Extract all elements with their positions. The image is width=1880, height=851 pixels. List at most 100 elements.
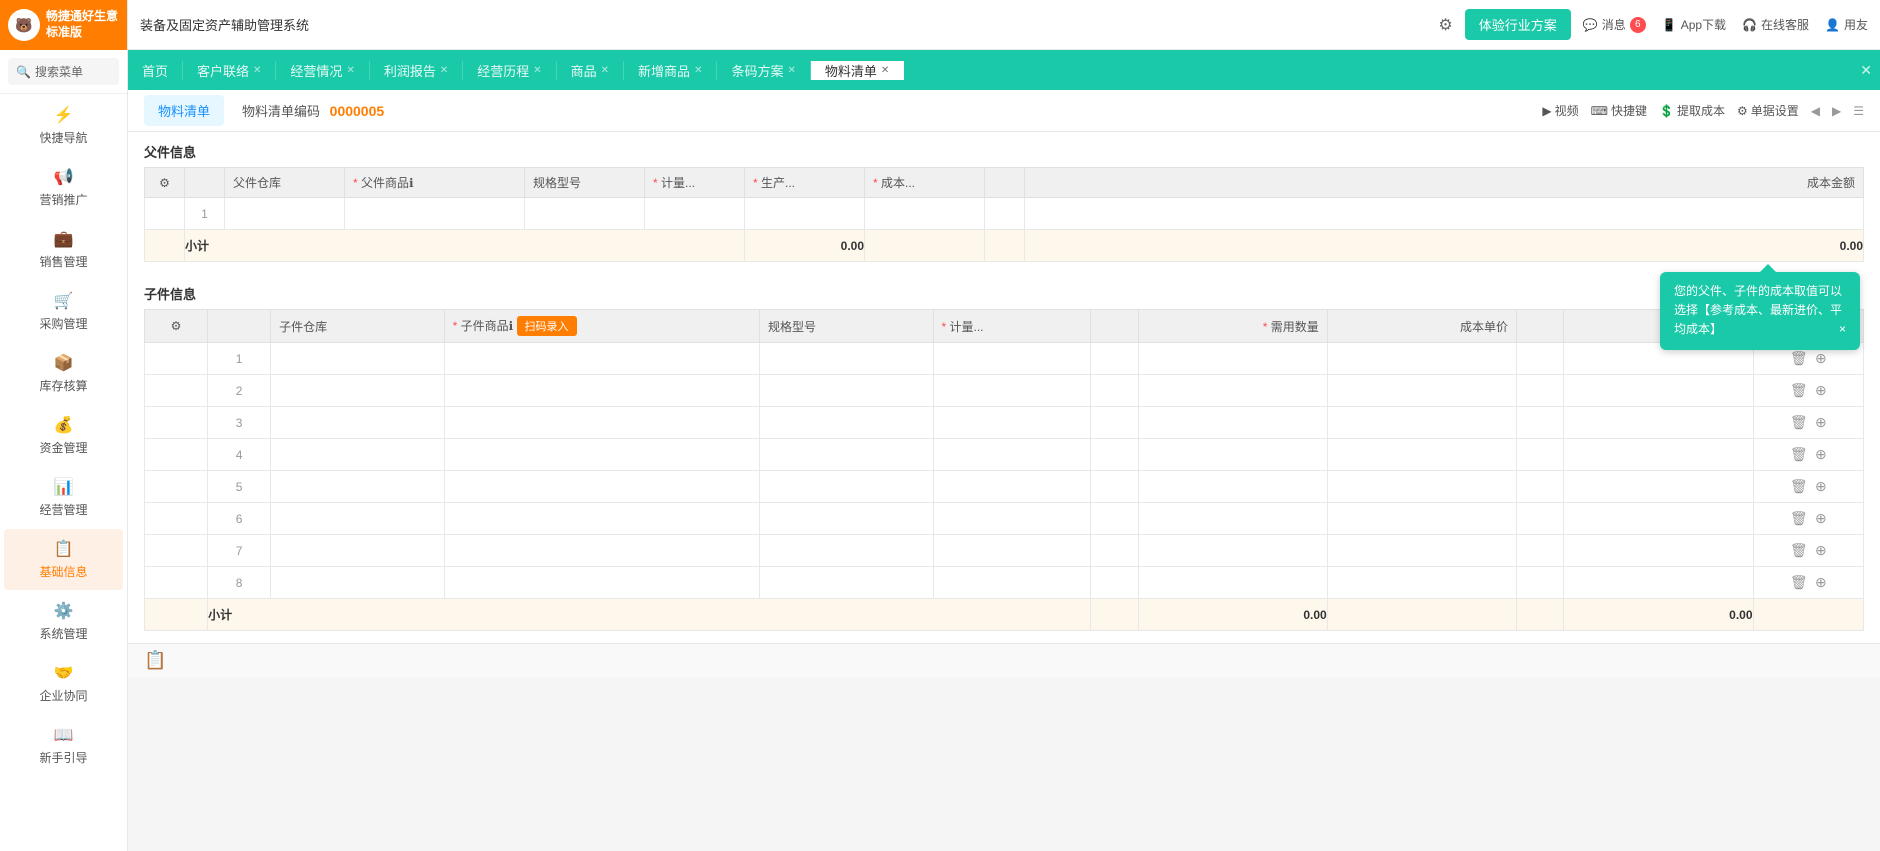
- delete-btn-6[interactable]: 🗑: [1788, 508, 1810, 529]
- delete-btn-7[interactable]: 🗑: [1788, 540, 1810, 561]
- grid-icon[interactable]: ☰: [1853, 104, 1864, 118]
- tab-close-icon[interactable]: ✕: [346, 65, 354, 76]
- nav-tab-home[interactable]: 首页: [128, 61, 183, 80]
- delete-btn-5[interactable]: 🗑: [1788, 476, 1810, 497]
- parent-unit-input[interactable]: [645, 198, 744, 229]
- copy-btn-1[interactable]: ⊕: [1813, 348, 1829, 369]
- child-qty-input-8[interactable]: [1139, 567, 1327, 598]
- child-warehouse-input-6[interactable]: [271, 503, 443, 534]
- sidebar-item-system[interactable]: ⚙️系统管理: [4, 591, 123, 652]
- child-spec-input-6[interactable]: [760, 503, 932, 534]
- sidebar-item-marketing[interactable]: 📢营销推广: [4, 157, 123, 218]
- parent-cost-input[interactable]: [865, 198, 984, 229]
- delete-btn-2[interactable]: 🗑: [1788, 380, 1810, 401]
- child-qty-input-5[interactable]: [1139, 471, 1327, 502]
- child-spec-input-5[interactable]: [760, 471, 932, 502]
- copy-btn-4[interactable]: ⊕: [1813, 444, 1829, 465]
- nav-prev-icon[interactable]: ◀: [1811, 104, 1820, 118]
- child-unit-input-3[interactable]: [934, 407, 1091, 438]
- online-service-btn[interactable]: 🎧 在线客服: [1742, 16, 1809, 33]
- sidebar-item-quick-nav[interactable]: ⚡快捷导航: [4, 95, 123, 156]
- nav-tab-history[interactable]: 经营历程✕: [463, 61, 556, 80]
- tab-close-icon[interactable]: ✕: [533, 65, 541, 76]
- child-unit-input-4[interactable]: [934, 439, 1091, 470]
- parent-col-settings[interactable]: ⚙: [145, 168, 185, 198]
- sidebar-item-inventory[interactable]: 📦库存核算: [4, 343, 123, 404]
- child-goods-input-5[interactable]: [445, 471, 759, 502]
- child-qty-input-6[interactable]: [1139, 503, 1327, 534]
- sub-tab-bom-list[interactable]: 物料清单: [144, 95, 224, 126]
- tab-close-icon[interactable]: ✕: [881, 65, 889, 76]
- user-btn[interactable]: 👤 用友: [1825, 16, 1868, 33]
- child-qty-input-2[interactable]: [1139, 375, 1327, 406]
- search-button[interactable]: 🔍 搜索菜单: [8, 58, 119, 85]
- child-unit-input-6[interactable]: [934, 503, 1091, 534]
- sub-tab-bom-code[interactable]: 物料清单编码 0000005: [228, 95, 398, 126]
- child-spec-input-8[interactable]: [760, 567, 932, 598]
- experience-btn[interactable]: 体验行业方案: [1465, 9, 1571, 40]
- nav-tab-goods[interactable]: 商品✕: [557, 61, 624, 80]
- gear-icon[interactable]: ⚙: [1438, 15, 1452, 35]
- child-warehouse-input-3[interactable]: [271, 407, 443, 438]
- parent-spec-input[interactable]: [525, 198, 644, 229]
- parent-goods-input[interactable]: [345, 198, 524, 229]
- video-btn[interactable]: ▶ 视频: [1542, 102, 1578, 119]
- child-unit-input-7[interactable]: [934, 535, 1091, 566]
- child-goods-input-7[interactable]: [445, 535, 759, 566]
- copy-btn-3[interactable]: ⊕: [1813, 412, 1829, 433]
- child-unit-cost-input-2[interactable]: [1328, 375, 1516, 406]
- delete-btn-8[interactable]: 🗑: [1788, 572, 1810, 593]
- copy-btn-7[interactable]: ⊕: [1813, 540, 1829, 561]
- child-spec-input-4[interactable]: [760, 439, 932, 470]
- child-col-settings[interactable]: ⚙: [145, 310, 208, 343]
- parent-producer-input[interactable]: [745, 198, 864, 229]
- shortcut-btn[interactable]: ⌨ 快捷键: [1591, 102, 1647, 119]
- child-warehouse-input-1[interactable]: [271, 343, 443, 374]
- child-warehouse-input-8[interactable]: [271, 567, 443, 598]
- child-warehouse-input-2[interactable]: [271, 375, 443, 406]
- child-warehouse-input-5[interactable]: [271, 471, 443, 502]
- child-unit-cost-input-6[interactable]: [1328, 503, 1516, 534]
- child-goods-input-1[interactable]: [445, 343, 759, 374]
- scan-btn[interactable]: 扫码录入: [517, 316, 577, 336]
- close-all-icon[interactable]: ✕: [1852, 62, 1880, 79]
- child-spec-input-2[interactable]: [760, 375, 932, 406]
- child-spec-input-7[interactable]: [760, 535, 932, 566]
- delete-btn-3[interactable]: 🗑: [1788, 412, 1810, 433]
- child-goods-input-6[interactable]: [445, 503, 759, 534]
- copy-btn-5[interactable]: ⊕: [1813, 476, 1829, 497]
- sidebar-item-purchase[interactable]: 🛒采购管理: [4, 281, 123, 342]
- child-spec-input-3[interactable]: [760, 407, 932, 438]
- child-unit-cost-input-5[interactable]: [1328, 471, 1516, 502]
- tab-close-icon[interactable]: ✕: [694, 65, 702, 76]
- sidebar-item-operations[interactable]: 📊经营管理: [4, 467, 123, 528]
- child-qty-input-7[interactable]: [1139, 535, 1327, 566]
- child-unit-input-2[interactable]: [934, 375, 1091, 406]
- child-goods-input-3[interactable]: [445, 407, 759, 438]
- sidebar-item-sales[interactable]: 💼销售管理: [4, 219, 123, 280]
- message-btn[interactable]: 💬 消息 6: [1583, 16, 1646, 33]
- child-unit-input-5[interactable]: [934, 471, 1091, 502]
- delete-btn-4[interactable]: 🗑: [1788, 444, 1810, 465]
- tooltip-close-btn[interactable]: ×: [1839, 320, 1846, 339]
- delete-btn-1[interactable]: 🗑: [1788, 348, 1810, 369]
- child-unit-cost-input-1[interactable]: [1328, 343, 1516, 374]
- nav-tab-customer[interactable]: 客户联络✕: [183, 61, 276, 80]
- nav-tab-operations[interactable]: 经营情况✕: [276, 61, 369, 80]
- tab-close-icon[interactable]: ✕: [440, 65, 448, 76]
- child-goods-input-4[interactable]: [445, 439, 759, 470]
- child-qty-input-4[interactable]: [1139, 439, 1327, 470]
- tab-close-icon[interactable]: ✕: [253, 65, 261, 76]
- nav-tab-bom[interactable]: 物料清单✕: [811, 61, 904, 80]
- tab-close-icon[interactable]: ✕: [787, 65, 795, 76]
- tab-close-icon[interactable]: ✕: [601, 65, 609, 76]
- nav-tab-new-goods[interactable]: 新增商品✕: [624, 61, 717, 80]
- child-unit-cost-input-3[interactable]: [1328, 407, 1516, 438]
- sidebar-item-guide[interactable]: 📖新手引导: [4, 715, 123, 776]
- child-qty-input-1[interactable]: [1139, 343, 1327, 374]
- single-settings-btn[interactable]: ⚙ 单据设置: [1737, 102, 1799, 119]
- copy-btn-2[interactable]: ⊕: [1813, 380, 1829, 401]
- parent-warehouse-input[interactable]: [225, 198, 344, 229]
- child-spec-input-1[interactable]: [760, 343, 932, 374]
- child-goods-input-8[interactable]: [445, 567, 759, 598]
